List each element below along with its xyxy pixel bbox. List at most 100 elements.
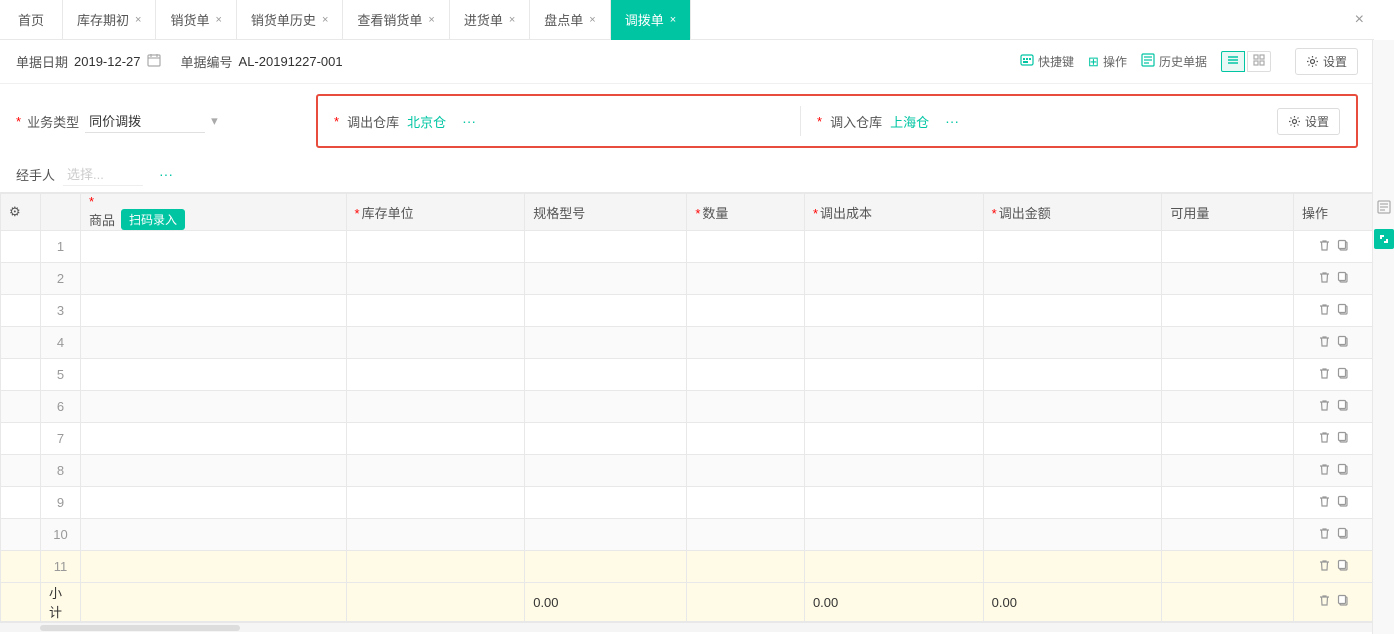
- date-value[interactable]: 2019-12-27: [74, 54, 141, 69]
- handler-more-btn[interactable]: ···: [159, 166, 173, 182]
- row-2-unit[interactable]: [346, 263, 525, 295]
- row-9-available[interactable]: [1162, 487, 1294, 519]
- row-5-product[interactable]: [81, 359, 347, 391]
- row-7-qty[interactable]: [687, 423, 805, 455]
- row-2-delete-icon[interactable]: [1318, 271, 1331, 287]
- business-type-value[interactable]: 同价调拨: [85, 109, 205, 133]
- row-1-product[interactable]: [81, 231, 347, 263]
- row-9-amount[interactable]: [983, 487, 1162, 519]
- row-7-amount[interactable]: [983, 423, 1162, 455]
- row-2-qty[interactable]: [687, 263, 805, 295]
- row-2-cost[interactable]: [804, 263, 983, 295]
- tab-inventory-init[interactable]: 库存期初 ×: [63, 0, 156, 40]
- row-8-available[interactable]: [1162, 455, 1294, 487]
- row-7-cost[interactable]: [804, 423, 983, 455]
- row-3-copy-icon[interactable]: [1337, 303, 1350, 319]
- row-6-copy-icon[interactable]: [1337, 399, 1350, 415]
- row-6-unit[interactable]: [346, 391, 525, 423]
- row-1-cost[interactable]: [804, 231, 983, 263]
- tab-view-sales[interactable]: 查看销货单 ×: [343, 0, 449, 40]
- row-4-delete-icon[interactable]: [1318, 335, 1331, 351]
- row-11-cost[interactable]: [804, 551, 983, 583]
- row-1-amount[interactable]: [983, 231, 1162, 263]
- tab-inventory-init-close[interactable]: ×: [135, 14, 141, 26]
- row-10-copy-icon[interactable]: [1337, 527, 1350, 543]
- th-settings[interactable]: ⚙: [1, 194, 41, 231]
- layout-list-btn[interactable]: [1221, 51, 1245, 72]
- row-7-available[interactable]: [1162, 423, 1294, 455]
- row-4-cost[interactable]: [804, 327, 983, 359]
- row-5-unit[interactable]: [346, 359, 525, 391]
- row-4-unit[interactable]: [346, 327, 525, 359]
- row-7-unit[interactable]: [346, 423, 525, 455]
- close-window-btn[interactable]: ×: [1355, 11, 1374, 29]
- tab-sales-history[interactable]: 销货单历史 ×: [237, 0, 343, 40]
- row-8-delete-icon[interactable]: [1318, 463, 1331, 479]
- row-3-qty[interactable]: [687, 295, 805, 327]
- row-10-spec[interactable]: [525, 519, 687, 551]
- scan-btn[interactable]: 扫码录入: [121, 209, 185, 230]
- row-4-amount[interactable]: [983, 327, 1162, 359]
- setting-button[interactable]: 设置: [1295, 48, 1358, 75]
- business-type-dropdown-icon[interactable]: ▾: [211, 113, 218, 129]
- row-10-available[interactable]: [1162, 519, 1294, 551]
- operation-btn[interactable]: ⊞ 操作: [1088, 53, 1127, 70]
- row-9-qty[interactable]: [687, 487, 805, 519]
- row-3-cost[interactable]: [804, 295, 983, 327]
- row-11-available[interactable]: [1162, 551, 1294, 583]
- sidebar-expand-icon[interactable]: [1374, 229, 1394, 249]
- row-6-product[interactable]: [81, 391, 347, 423]
- row-1-copy-icon[interactable]: [1337, 239, 1350, 255]
- row-2-available[interactable]: [1162, 263, 1294, 295]
- row-1-delete-icon[interactable]: [1318, 239, 1331, 255]
- tab-stocktake-close[interactable]: ×: [589, 14, 595, 26]
- history-btn[interactable]: 历史单据: [1141, 53, 1207, 70]
- row-7-spec[interactable]: [525, 423, 687, 455]
- row-8-copy-icon[interactable]: [1337, 463, 1350, 479]
- row-5-delete-icon[interactable]: [1318, 367, 1331, 383]
- tab-sales-history-close[interactable]: ×: [322, 14, 328, 26]
- row-1-unit[interactable]: [346, 231, 525, 263]
- row-3-product[interactable]: [81, 295, 347, 327]
- row-3-amount[interactable]: [983, 295, 1162, 327]
- row-2-spec[interactable]: [525, 263, 687, 295]
- row-8-spec[interactable]: [525, 455, 687, 487]
- row-4-qty[interactable]: [687, 327, 805, 359]
- row-8-qty[interactable]: [687, 455, 805, 487]
- row-8-unit[interactable]: [346, 455, 525, 487]
- row-4-available[interactable]: [1162, 327, 1294, 359]
- row-10-unit[interactable]: [346, 519, 525, 551]
- row-10-amount[interactable]: [983, 519, 1162, 551]
- row-5-copy-icon[interactable]: [1337, 367, 1350, 383]
- row-5-cost[interactable]: [804, 359, 983, 391]
- row-5-spec[interactable]: [525, 359, 687, 391]
- calendar-icon[interactable]: [147, 53, 161, 70]
- warehouse-in-more-btn[interactable]: ···: [945, 113, 959, 129]
- row-3-unit[interactable]: [346, 295, 525, 327]
- row-4-spec[interactable]: [525, 327, 687, 359]
- row-5-amount[interactable]: [983, 359, 1162, 391]
- row-8-amount[interactable]: [983, 455, 1162, 487]
- row-9-copy-icon[interactable]: [1337, 495, 1350, 511]
- row-10-cost[interactable]: [804, 519, 983, 551]
- row-7-delete-icon[interactable]: [1318, 431, 1331, 447]
- row-2-copy-icon[interactable]: [1337, 271, 1350, 287]
- tab-sales-order-close[interactable]: ×: [215, 14, 221, 26]
- row-7-copy-icon[interactable]: [1337, 431, 1350, 447]
- row-9-cost[interactable]: [804, 487, 983, 519]
- row-5-qty[interactable]: [687, 359, 805, 391]
- warehouse-in-value[interactable]: 上海仓: [890, 112, 929, 131]
- handler-input[interactable]: 选择...: [63, 162, 143, 186]
- row-6-spec[interactable]: [525, 391, 687, 423]
- row-10-qty[interactable]: [687, 519, 805, 551]
- warehouse-out-value[interactable]: 北京仓: [407, 112, 446, 131]
- row-9-delete-icon[interactable]: [1318, 495, 1331, 511]
- row-6-cost[interactable]: [804, 391, 983, 423]
- row-8-product[interactable]: [81, 455, 347, 487]
- tab-sales-order[interactable]: 销货单 ×: [156, 0, 236, 40]
- tab-purchase-order[interactable]: 进货单 ×: [450, 0, 530, 40]
- row-6-available[interactable]: [1162, 391, 1294, 423]
- row-4-product[interactable]: [81, 327, 347, 359]
- tab-transfer-close[interactable]: ×: [670, 14, 676, 26]
- row-3-available[interactable]: [1162, 295, 1294, 327]
